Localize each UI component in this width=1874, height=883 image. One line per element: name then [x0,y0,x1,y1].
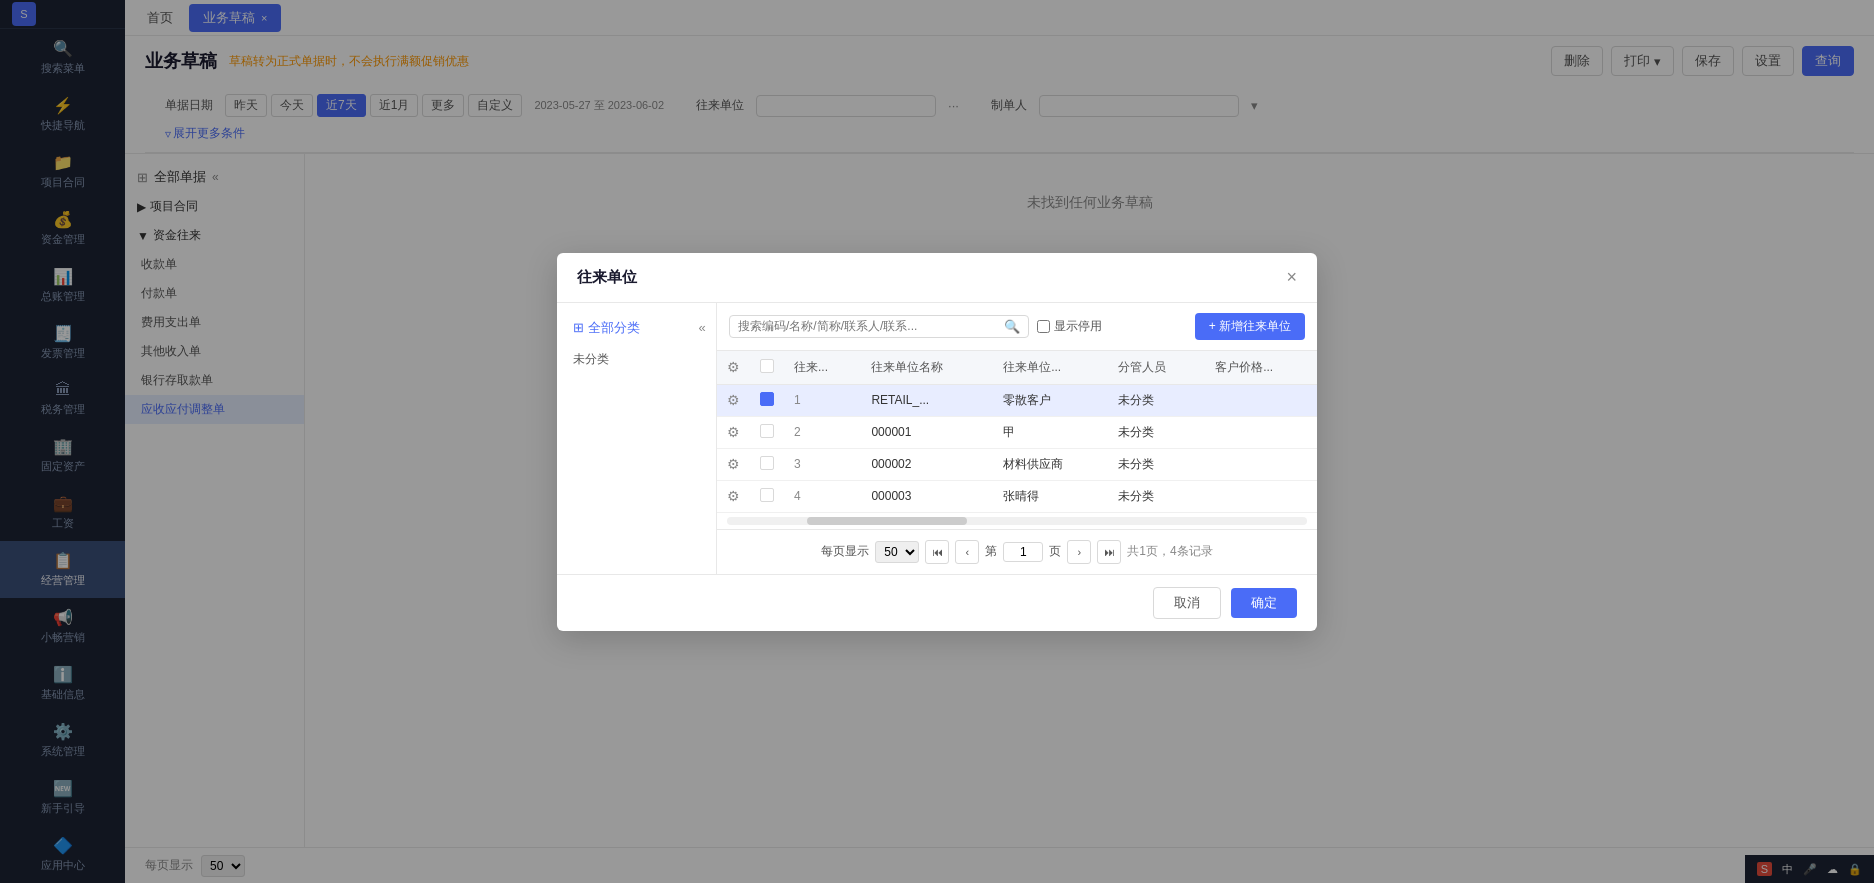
row-manager-2 [1205,448,1317,480]
th-manager: 分管人员 [1108,351,1205,385]
dialog-search-box: 🔍 [729,315,1029,338]
row-setting-1: ⚙ [717,416,750,448]
th-code: 往来... [784,351,861,385]
dialog-close-button[interactable]: × [1286,267,1297,288]
row-check-0[interactable] [750,384,784,416]
dialog-pagination: 每页显示 50 ⏮ ‹ 第 页 › ⏭ 共1页，4条记录 [717,529,1317,574]
next-page-button[interactable]: › [1067,540,1091,564]
dialog-footer: 取消 确定 [557,574,1317,631]
row-checkbox-1[interactable] [760,424,774,438]
dialog-table: ⚙ 往来... 往来单位名称 往来单位... 分管人员 客户价格... [717,351,1317,513]
dialog-toolbar: 🔍 显示停用 + 新增往来单位 [717,303,1317,351]
category-unclassified[interactable]: 未分类 [557,345,716,374]
dialog-category-panel: ⊞ 全部分类 « 未分类 [557,303,717,574]
row-code-1: 000001 [861,416,993,448]
row-checkbox-3[interactable] [760,488,774,502]
page-label: 第 [985,543,997,560]
table-row[interactable]: ⚙ 1 RETAIL_... 零散客户 未分类 [717,384,1317,416]
row-category-2: 未分类 [1108,448,1205,480]
show-disabled-text: 显示停用 [1054,318,1102,335]
row-gear-icon: ⚙ [727,392,740,408]
add-partner-button[interactable]: + 新增往来单位 [1195,313,1305,340]
row-check-2[interactable] [750,448,784,480]
row-num-1: 2 [784,416,861,448]
dialog-right-panel: 🔍 显示停用 + 新增往来单位 ⚙ [717,303,1317,574]
show-disabled-checkbox[interactable] [1037,320,1050,333]
row-setting-2: ⚙ [717,448,750,480]
row-gear-icon: ⚙ [727,456,740,472]
row-num-0: 1 [784,384,861,416]
row-manager-1 [1205,416,1317,448]
table-row[interactable]: ⚙ 4 000003 张晴得 未分类 [717,480,1317,512]
per-page-label: 每页显示 [821,543,869,560]
row-gear-icon: ⚙ [727,424,740,440]
cancel-button[interactable]: 取消 [1153,587,1221,619]
table-row[interactable]: ⚙ 2 000001 甲 未分类 [717,416,1317,448]
th-price: 客户价格... [1205,351,1317,385]
row-name-1: 甲 [993,416,1108,448]
row-checkbox-2[interactable] [760,456,774,470]
page-suffix: 页 [1049,543,1061,560]
horizontal-scrollbar[interactable] [727,517,1307,525]
th-name: 往来单位名称 [861,351,993,385]
all-category-button[interactable]: ⊞ 全部分类 [561,311,652,345]
row-code-2: 000002 [861,448,993,480]
row-code-0: RETAIL_... [861,384,993,416]
row-num-2: 3 [784,448,861,480]
scrollbar-thumb [807,517,967,525]
row-gear-icon: ⚙ [727,488,740,504]
row-code-3: 000003 [861,480,993,512]
th-setting: ⚙ [717,351,750,385]
partner-dialog: 往来单位 × ⊞ 全部分类 « 未分类 [557,253,1317,631]
pagination-total: 共1页，4条记录 [1127,543,1212,560]
dialog-left-collapse-button[interactable]: « [692,320,712,335]
grid-icon: ⊞ [573,320,584,335]
row-check-1[interactable] [750,416,784,448]
row-setting-3: ⚙ [717,480,750,512]
row-checkbox-0[interactable] [760,392,774,406]
th-check [750,351,784,385]
row-name-0: 零散客户 [993,384,1108,416]
all-category-label: 全部分类 [588,319,640,337]
first-page-button[interactable]: ⏮ [925,540,949,564]
table-row[interactable]: ⚙ 3 000002 材料供应商 未分类 [717,448,1317,480]
modal-overlay[interactable]: 往来单位 × ⊞ 全部分类 « 未分类 [0,0,1874,883]
dialog-header: 往来单位 × [557,253,1317,303]
row-manager-0 [1205,384,1317,416]
partner-table: ⚙ 往来... 往来单位名称 往来单位... 分管人员 客户价格... [717,351,1317,513]
row-category-3: 未分类 [1108,480,1205,512]
row-name-2: 材料供应商 [993,448,1108,480]
row-manager-3 [1205,480,1317,512]
page-input[interactable] [1003,542,1043,562]
per-page-select[interactable]: 50 [875,541,919,563]
dialog-search-input[interactable] [738,319,1000,333]
show-disabled-label[interactable]: 显示停用 [1037,318,1102,335]
last-page-button[interactable]: ⏭ [1097,540,1121,564]
header-checkbox[interactable] [760,359,774,373]
dialog-search-icon: 🔍 [1004,319,1020,334]
row-name-3: 张晴得 [993,480,1108,512]
gear-icon: ⚙ [727,359,740,375]
th-category: 往来单位... [993,351,1108,385]
row-category-1: 未分类 [1108,416,1205,448]
prev-page-button[interactable]: ‹ [955,540,979,564]
row-setting-0: ⚙ [717,384,750,416]
confirm-button[interactable]: 确定 [1231,588,1297,618]
dialog-body: ⊞ 全部分类 « 未分类 🔍 [557,303,1317,574]
dialog-title: 往来单位 [577,268,637,287]
row-category-0: 未分类 [1108,384,1205,416]
row-check-3[interactable] [750,480,784,512]
table-header-row: ⚙ 往来... 往来单位名称 往来单位... 分管人员 客户价格... [717,351,1317,385]
row-num-3: 4 [784,480,861,512]
